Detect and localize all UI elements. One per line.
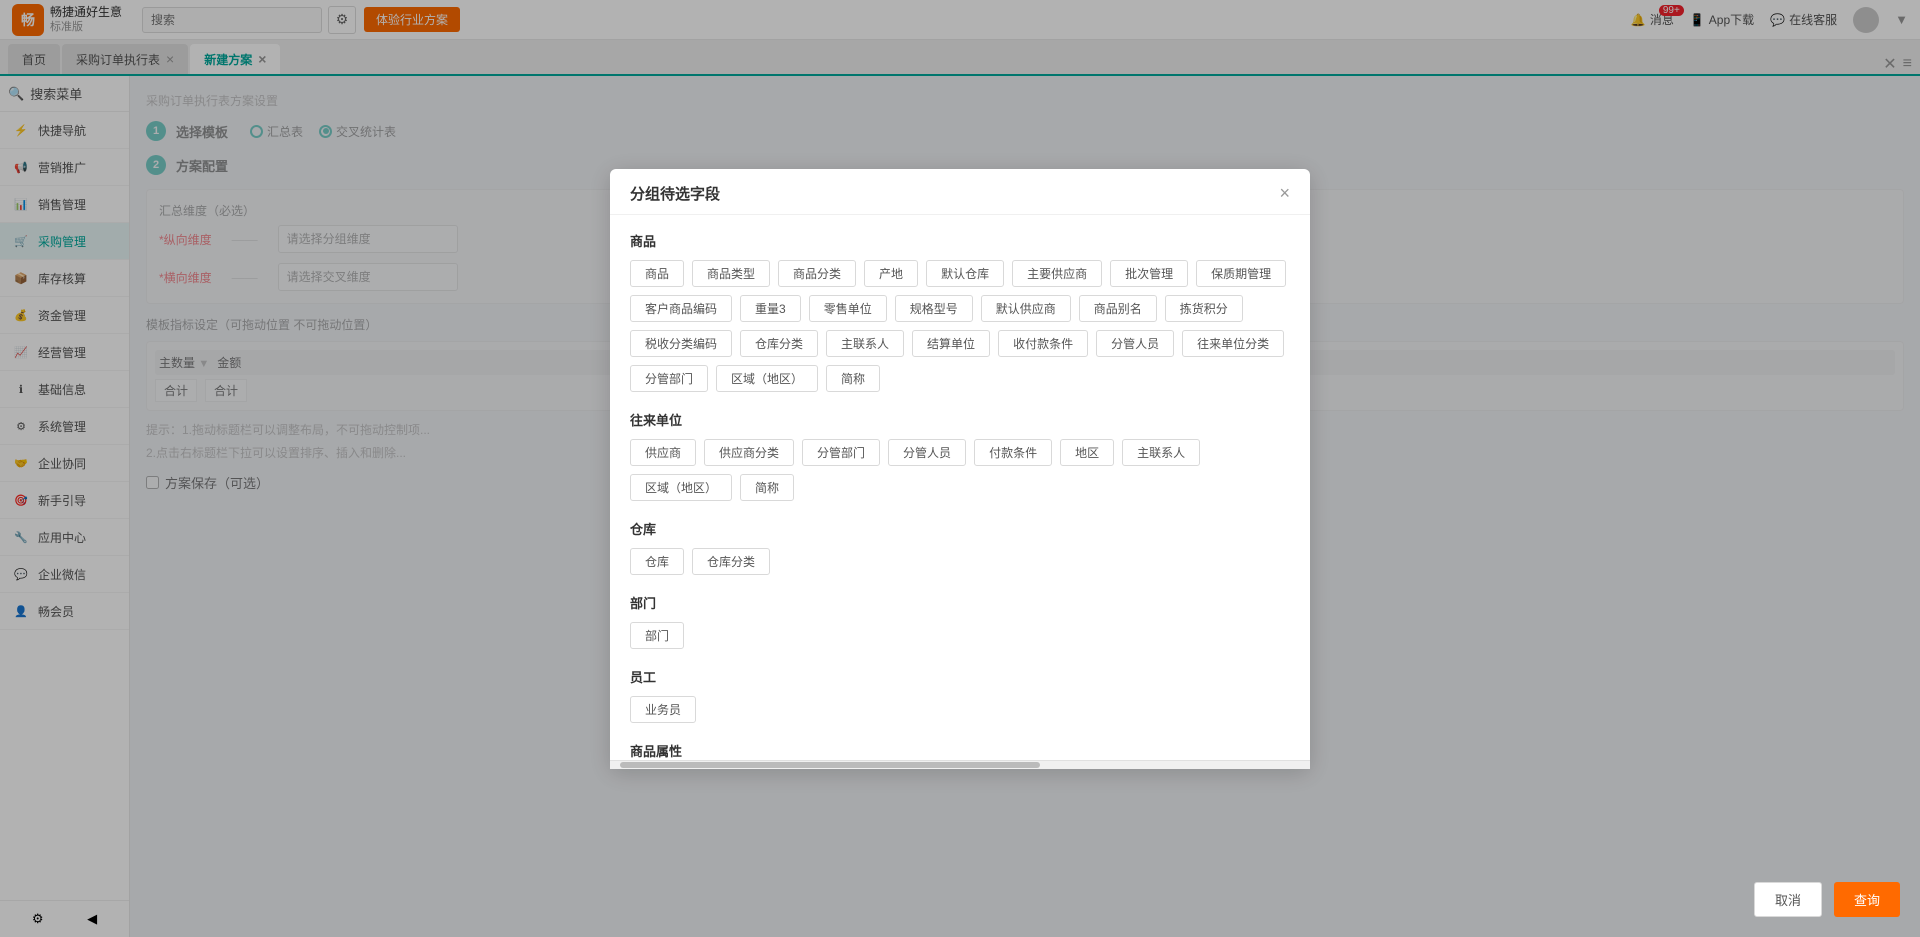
field-tag[interactable]: 默认仓库 — [926, 260, 1004, 287]
field-tag[interactable]: 主联系人 — [1122, 439, 1200, 466]
field-tag[interactable]: 分管部门 — [630, 365, 708, 392]
field-tag[interactable]: 批次管理 — [1110, 260, 1188, 287]
modal-footer: 取消 查询 — [1754, 882, 1900, 917]
field-tag[interactable]: 供应商 — [630, 439, 696, 466]
field-tag[interactable]: 区域（地区） — [630, 474, 732, 501]
section-employee-fields: 业务员 — [630, 696, 1290, 723]
field-tag[interactable]: 主要供应商 — [1012, 260, 1102, 287]
field-tag[interactable]: 分管部门 — [802, 439, 880, 466]
modal-field-select: 分组待选字段 × 商品 商品 商品类型 商品分类 产地 默认仓库 主要供应商 批… — [610, 169, 1310, 769]
field-tag[interactable]: 供应商分类 — [704, 439, 794, 466]
section-department-fields: 部门 — [630, 622, 1290, 649]
modal-title: 分组待选字段 — [630, 183, 720, 204]
field-tag[interactable]: 客户商品编码 — [630, 295, 732, 322]
field-tag[interactable]: 付款条件 — [974, 439, 1052, 466]
field-tag[interactable]: 商品 — [630, 260, 684, 287]
field-tag[interactable]: 仓库 — [630, 548, 684, 575]
field-tag[interactable]: 地区 — [1060, 439, 1114, 466]
field-tag[interactable]: 零售单位 — [809, 295, 887, 322]
section-counterpart: 往来单位 供应商 供应商分类 分管部门 分管人员 付款条件 地区 主联系人 区域… — [630, 410, 1290, 501]
section-warehouse-fields: 仓库 仓库分类 — [630, 548, 1290, 575]
modal-close-button[interactable]: × — [1279, 183, 1290, 204]
field-tag[interactable]: 拣货积分 — [1165, 295, 1243, 322]
field-tag[interactable]: 收付款条件 — [998, 330, 1088, 357]
modal-hscroll-thumb — [620, 762, 1040, 768]
section-goods-title: 商品 — [630, 231, 1290, 250]
section-goods: 商品 商品 商品类型 商品分类 产地 默认仓库 主要供应商 批次管理 保质期管理… — [630, 231, 1290, 392]
field-tag[interactable]: 往来单位分类 — [1182, 330, 1284, 357]
field-tag[interactable]: 保质期管理 — [1196, 260, 1286, 287]
cancel-button[interactable]: 取消 — [1754, 882, 1822, 917]
field-tag[interactable]: 重量3 — [740, 295, 801, 322]
field-tag[interactable]: 分管人员 — [888, 439, 966, 466]
field-tag[interactable]: 简称 — [740, 474, 794, 501]
field-tag[interactable]: 主联系人 — [826, 330, 904, 357]
field-tag[interactable]: 商品别名 — [1079, 295, 1157, 322]
field-tag[interactable]: 默认供应商 — [981, 295, 1071, 322]
field-tag[interactable]: 业务员 — [630, 696, 696, 723]
section-department-title: 部门 — [630, 593, 1290, 612]
field-tag[interactable]: 商品分类 — [778, 260, 856, 287]
modal-body[interactable]: 商品 商品 商品类型 商品分类 产地 默认仓库 主要供应商 批次管理 保质期管理… — [610, 215, 1310, 761]
field-tag[interactable]: 区域（地区） — [716, 365, 818, 392]
field-tag[interactable]: 规格型号 — [895, 295, 973, 322]
modal-horizontal-scrollbar[interactable] — [610, 760, 1310, 768]
confirm-button[interactable]: 查询 — [1834, 882, 1900, 917]
field-tag[interactable]: 部门 — [630, 622, 684, 649]
section-warehouse-title: 仓库 — [630, 519, 1290, 538]
section-employee: 员工 业务员 — [630, 667, 1290, 723]
section-employee-title: 员工 — [630, 667, 1290, 686]
section-product-attr: 商品属性 属性 颜色 多规格 尺码 鞋码 1 — [630, 741, 1290, 761]
field-tag[interactable]: 结算单位 — [912, 330, 990, 357]
section-product-attr-title: 商品属性 — [630, 741, 1290, 760]
modal-header: 分组待选字段 × — [610, 169, 1310, 215]
modal-overlay: 分组待选字段 × 商品 商品 商品类型 商品分类 产地 默认仓库 主要供应商 批… — [0, 0, 1920, 937]
section-warehouse: 仓库 仓库 仓库分类 — [630, 519, 1290, 575]
field-tag[interactable]: 产地 — [864, 260, 918, 287]
section-department: 部门 部门 — [630, 593, 1290, 649]
section-goods-fields: 商品 商品类型 商品分类 产地 默认仓库 主要供应商 批次管理 保质期管理 客户… — [630, 260, 1290, 392]
field-tag[interactable]: 分管人员 — [1096, 330, 1174, 357]
section-counterpart-fields: 供应商 供应商分类 分管部门 分管人员 付款条件 地区 主联系人 区域（地区） … — [630, 439, 1290, 501]
field-tag[interactable]: 简称 — [826, 365, 880, 392]
field-tag[interactable]: 税收分类编码 — [630, 330, 732, 357]
section-counterpart-title: 往来单位 — [630, 410, 1290, 429]
field-tag[interactable]: 仓库分类 — [692, 548, 770, 575]
field-tag[interactable]: 商品类型 — [692, 260, 770, 287]
field-tag[interactable]: 仓库分类 — [740, 330, 818, 357]
